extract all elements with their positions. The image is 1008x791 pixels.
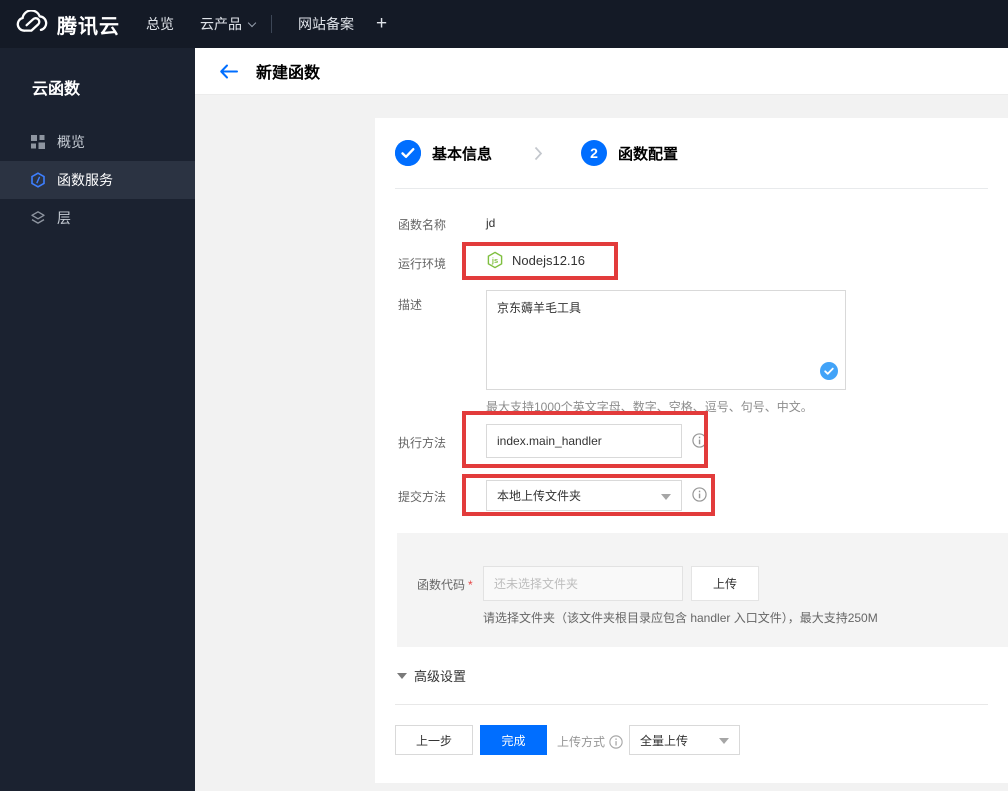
step-separator-chevron-icon <box>534 146 543 161</box>
upload-mode-select[interactable]: 全量上传 <box>629 725 740 755</box>
layers-icon <box>30 210 46 226</box>
step-number-badge: 2 <box>581 140 608 166</box>
function-code-section: 函数代码* 上传 请选择文件夹（该文件夹根目录应包含 handler 入口文件）… <box>397 533 1008 647</box>
step-label-basic-info: 基本信息 <box>432 145 493 163</box>
back-arrow-icon[interactable] <box>219 64 238 79</box>
svg-text:js: js <box>491 256 498 265</box>
nav-links: 总览 云产品 网站备案 + <box>120 13 387 35</box>
function-code-label-text: 函数代码 <box>417 578 466 592</box>
page-title: 新建函数 <box>256 65 321 82</box>
upload-mode-info-icon[interactable] <box>609 734 623 749</box>
sidebar-item-label: 概览 <box>57 134 85 150</box>
valid-check-icon <box>820 362 838 380</box>
finish-button[interactable]: 完成 <box>480 725 547 755</box>
advanced-settings-label: 高级设置 <box>414 669 467 684</box>
sidebar-item-overview[interactable]: 概览 <box>0 123 195 161</box>
nav-item-icp-filing[interactable]: 网站备案 <box>298 14 354 34</box>
grid-icon <box>30 134 46 150</box>
step-label-function-config: 函数配置 <box>618 145 679 163</box>
nav-item-overview[interactable]: 总览 <box>146 14 174 34</box>
top-navbar: 腾讯云 总览 云产品 网站备案 + <box>0 0 1008 48</box>
previous-step-button[interactable]: 上一步 <box>395 725 473 755</box>
runtime-value: js Nodejs12.16 <box>486 251 585 269</box>
submit-method-select[interactable]: 本地上传文件夹 <box>486 480 682 511</box>
submit-method-value: 本地上传文件夹 <box>497 489 582 503</box>
submit-method-info-icon[interactable] <box>692 487 707 502</box>
nav-add-tab-button[interactable]: + <box>376 13 387 35</box>
function-name-label: 函数名称 <box>398 218 447 232</box>
nav-divider <box>271 15 272 33</box>
chevron-down-icon <box>247 18 257 27</box>
wizard-stepper: 基本信息 2 函数配置 <box>395 140 678 166</box>
page-header: 新建函数 <box>195 48 1008 95</box>
folder-path-input[interactable] <box>483 566 683 601</box>
stepper-divider <box>395 188 988 189</box>
handler-info-icon[interactable] <box>692 433 707 448</box>
runtime-value-text: Nodejs12.16 <box>512 252 585 268</box>
brand[interactable]: 腾讯云 <box>16 9 120 39</box>
step-completed-check-icon <box>395 140 421 166</box>
upload-button[interactable]: 上传 <box>691 566 759 601</box>
function-name-value: jd <box>486 216 496 230</box>
submit-method-label: 提交方法 <box>398 490 447 504</box>
description-label: 描述 <box>398 298 423 312</box>
triangle-down-icon <box>397 672 407 679</box>
sidebar-title: 云函数 <box>32 81 81 98</box>
handler-input[interactable] <box>486 424 682 458</box>
nodejs-icon: js <box>486 251 504 269</box>
runtime-label: 运行环境 <box>398 257 447 271</box>
sidebar-item-label: 函数服务 <box>57 172 113 188</box>
create-function-panel: 基本信息 2 函数配置 函数名称 jd 运行环境 js Nodejs12.16 <box>375 118 1008 783</box>
sidebar-item-function-service[interactable]: 函数服务 <box>0 161 195 199</box>
sidebar-item-label: 层 <box>57 210 71 226</box>
select-caret-icon <box>661 493 671 500</box>
nav-item-cloud-products[interactable]: 云产品 <box>200 14 257 34</box>
sidebar: 云函数 概览 函数服务 层 <box>0 48 195 791</box>
nav-item-cloud-products-label: 云产品 <box>200 16 242 32</box>
function-code-hint: 请选择文件夹（该文件夹根目录应包含 handler 入口文件），最大支持250M <box>483 611 878 625</box>
tencent-cloud-logo-icon <box>16 9 48 38</box>
brand-label: 腾讯云 <box>57 15 120 38</box>
upload-mode-value: 全量上传 <box>640 733 689 748</box>
function-service-icon <box>30 172 46 188</box>
content-area: 基本信息 2 函数配置 函数名称 jd 运行环境 js Nodejs12.16 <box>195 95 1008 791</box>
function-code-label: 函数代码 * <box>417 576 473 593</box>
required-asterisk: * <box>468 578 473 592</box>
handler-label: 执行方法 <box>398 436 447 450</box>
footer-divider <box>395 704 988 705</box>
upload-mode-label-group: 上传方式 <box>557 733 623 750</box>
upload-mode-label: 上传方式 <box>557 735 606 749</box>
sidebar-item-layers[interactable]: 层 <box>0 199 195 237</box>
select-caret-icon <box>719 738 729 744</box>
description-hint: 最大支持1000个英文字母、数字、空格、逗号、句号、中文。 <box>486 400 813 414</box>
description-textarea[interactable]: 京东薅羊毛工具 <box>486 290 846 390</box>
advanced-settings-toggle[interactable]: 高级设置 <box>397 666 466 685</box>
